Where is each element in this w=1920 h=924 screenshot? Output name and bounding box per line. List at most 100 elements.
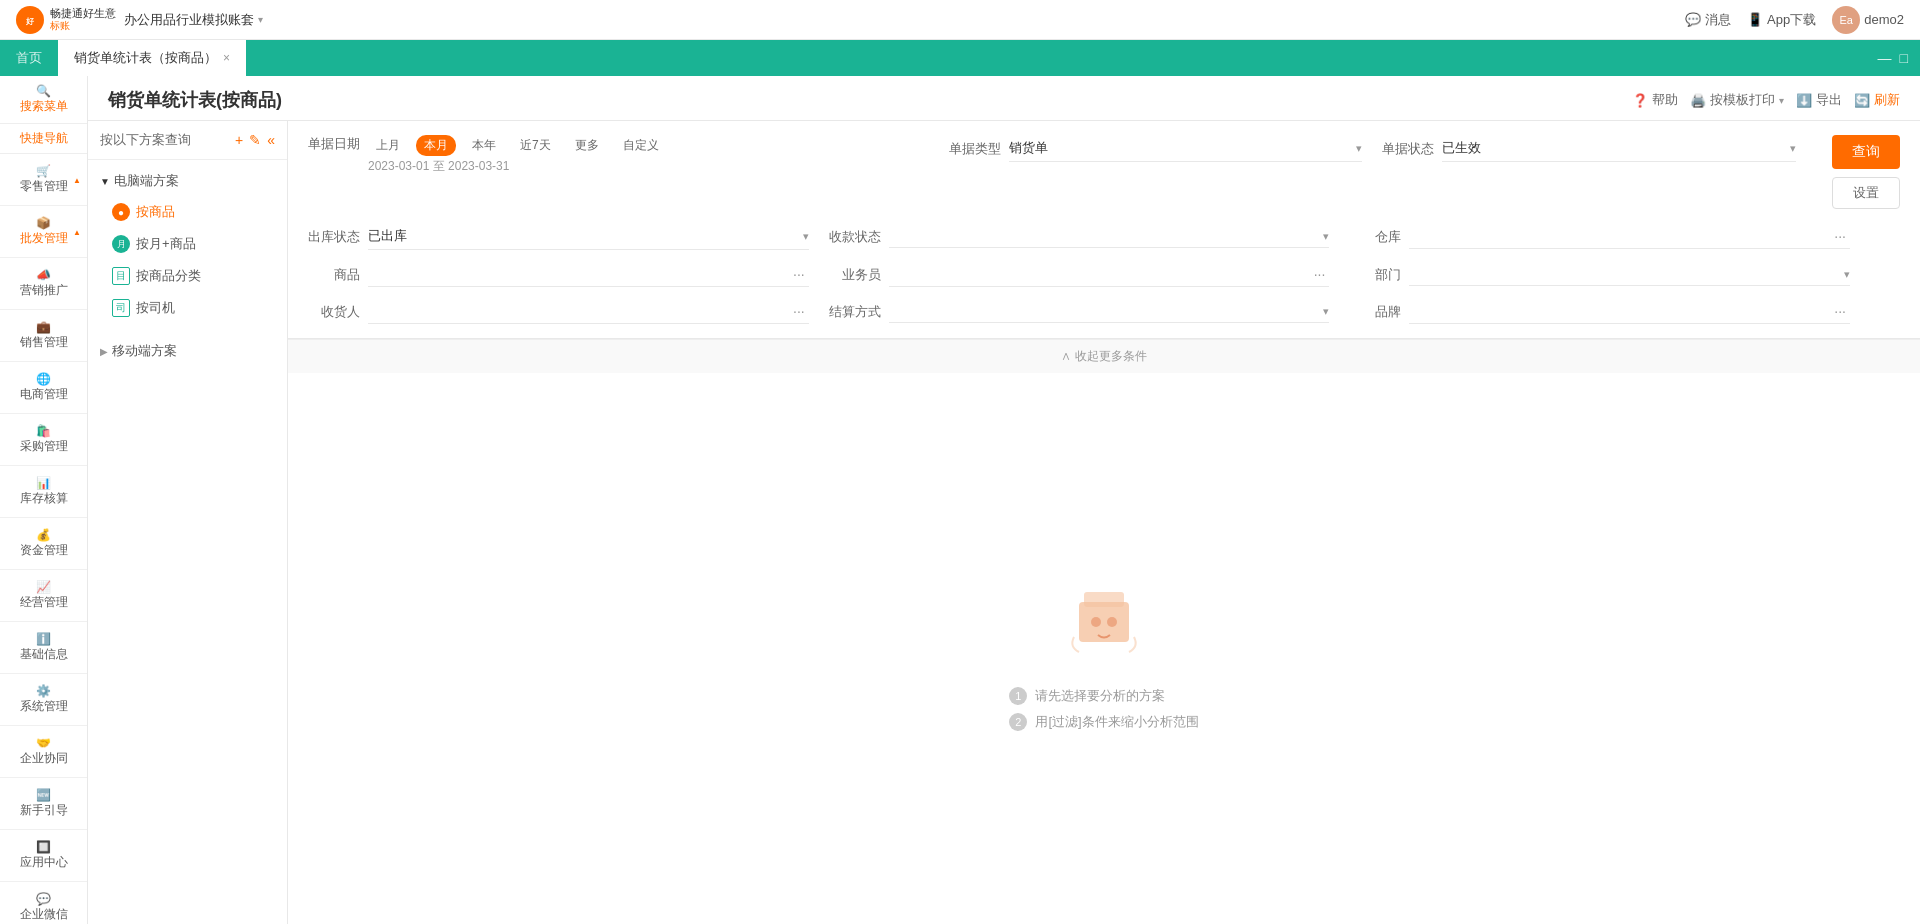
sidebar-item-wholesale[interactable]: 📦 批发管理 (0, 206, 87, 258)
user-profile[interactable]: Ea demo2 (1832, 6, 1904, 34)
filter-select-docstatus[interactable]: 已生效 ▾ (1442, 135, 1796, 162)
filter-field-product: 商品 ··· (308, 262, 829, 287)
sidebar-ecommerce-label: 电商管理 (20, 386, 68, 403)
sidebar-item-inventory[interactable]: 📊 库存核算 (0, 466, 87, 518)
empty-state: 1 请先选择要分析的方案 2 用[过滤]条件来缩小分析范围 (288, 373, 1920, 924)
tab-minimize-icon[interactable]: — (1878, 50, 1892, 66)
scheme-item-label-month: 按月+商品 (136, 235, 196, 253)
sidebar-item-ecommerce[interactable]: 🌐 电商管理 (0, 362, 87, 414)
app-download-button[interactable]: 📱 App下载 (1747, 11, 1816, 29)
filter-recipient-dots-icon[interactable]: ··· (789, 303, 809, 319)
filter-select-doctype[interactable]: 销货单 ▾ (1009, 135, 1363, 162)
tab-bar: 首页 销货单统计表（按商品） × — □ (0, 40, 1920, 76)
filter-select-warehouse[interactable]: ··· (1409, 224, 1850, 249)
filter-product-dots-icon[interactable]: ··· (789, 266, 809, 282)
date-btn-more[interactable]: 更多 (567, 135, 607, 156)
sidebar-item-system[interactable]: ⚙️ 系统管理 (0, 674, 87, 726)
sidebar-wholesale-label: 批发管理 (20, 230, 68, 247)
tab-close-icon[interactable]: × (223, 52, 230, 64)
logo-area: 好 畅捷通好生意 标账 (16, 6, 116, 34)
filter-docstatus-arrow-icon: ▾ (1790, 142, 1796, 155)
scheme-collapse-icon[interactable]: « (267, 132, 275, 148)
sidebar-item-finance[interactable]: 💰 资金管理 (0, 518, 87, 570)
filter-select-department[interactable]: ▾ (1409, 264, 1850, 286)
refresh-label: 刷新 (1874, 91, 1900, 109)
message-button[interactable]: 💬 消息 (1685, 11, 1731, 29)
filter-label-receiptstatus: 收款状态 (829, 228, 889, 246)
export-icon: ⬇️ (1796, 93, 1812, 108)
filter-salesperson-dots-icon[interactable]: ··· (1310, 266, 1330, 282)
scheme-item-icon-category: 目 (112, 267, 130, 285)
scheme-item-by-category[interactable]: 目 按商品分类 (88, 260, 287, 292)
date-btn-7days[interactable]: 近7天 (512, 135, 559, 156)
refresh-icon: 🔄 (1854, 93, 1870, 108)
export-button[interactable]: ⬇️ 导出 (1796, 91, 1842, 109)
sidebar-wechat-label: 企业微信 (20, 906, 68, 923)
date-btn-custom[interactable]: 自定义 (615, 135, 667, 156)
sidebar-item-newuser[interactable]: 🆕 新手引导 (0, 778, 87, 830)
scheme-add-icon[interactable]: + (235, 132, 243, 148)
tab-sales-stats[interactable]: 销货单统计表（按商品） × (58, 40, 246, 76)
sidebar-purchase-label: 采购管理 (20, 438, 68, 455)
avatar: Ea (1832, 6, 1860, 34)
top-header: 好 畅捷通好生意 标账 办公用品行业模拟账套 ▾ 💬 消息 📱 App下载 Ea… (0, 0, 1920, 40)
sidebar-item-marketing[interactable]: 📣 营销推广 (0, 258, 87, 310)
logo-label: 标账 (50, 20, 116, 32)
scheme-item-icon-driver: 司 (112, 299, 130, 317)
filter-label-outstatus: 出库状态 (308, 228, 368, 246)
scheme-item-by-product[interactable]: ● 按商品 (88, 196, 287, 228)
date-btn-this-month[interactable]: 本月 (416, 135, 456, 156)
main-layout: 🔍 搜索菜单 快捷导航 🛒 零售管理 📦 批发管理 📣 营销推广 💼 销售管理 … (0, 76, 1920, 924)
message-icon: 💬 (1685, 12, 1701, 27)
scheme-item-by-driver[interactable]: 司 按司机 (88, 292, 287, 324)
refresh-button[interactable]: 🔄 刷新 (1854, 91, 1900, 109)
sidebar-item-collab[interactable]: 🤝 企业协同 (0, 726, 87, 778)
tab-home[interactable]: 首页 (0, 40, 58, 76)
filter-select-brand[interactable]: ··· (1409, 299, 1850, 324)
filter-select-outstatus[interactable]: 已出库 ▾ (368, 223, 809, 250)
tab-maximize-icon[interactable]: □ (1900, 50, 1908, 66)
settings-button[interactable]: 设置 (1832, 177, 1900, 209)
sidebar-nav[interactable]: 快捷导航 (0, 124, 87, 154)
scheme-group-mobile: ▶ 移动端方案 (88, 330, 287, 372)
help-button[interactable]: ❓ 帮助 (1632, 91, 1678, 109)
sidebar-item-ops[interactable]: 📈 经营管理 (0, 570, 87, 622)
sidebar-item-wechat[interactable]: 💬 企业微信 (0, 882, 87, 924)
filter-date-range: 2023-03-01 至 2023-03-31 (368, 158, 929, 175)
scheme-group-mobile-header[interactable]: ▶ 移动端方案 (88, 336, 287, 366)
sidebar-marketing-icon: 📣 (36, 268, 51, 282)
filter-select-salesperson[interactable]: ··· (889, 262, 1330, 287)
scheme-edit-icon[interactable]: ✎ (249, 132, 261, 148)
filter-brand-dots-icon[interactable]: ··· (1830, 303, 1850, 319)
empty-tip-label-1: 请先选择要分析的方案 (1035, 687, 1165, 705)
avatar-text: Ea (1840, 14, 1853, 26)
query-button[interactable]: 查询 (1832, 135, 1900, 169)
print-button[interactable]: 🖨️ 按模板打印 ▾ (1690, 91, 1784, 109)
filter-docstatus-value: 已生效 (1442, 139, 1790, 157)
sidebar-search-label: 搜索菜单 (8, 98, 79, 115)
collapse-filters-button[interactable]: ∧ 收起更多条件 (288, 339, 1920, 373)
sidebar-item-sales[interactable]: 💼 销售管理 (0, 310, 87, 362)
inner-layout: 按以下方案查询 + ✎ « ▼ 电脑端方案 ● 按商品 (88, 121, 1920, 924)
filter-select-payment[interactable]: ▾ (889, 301, 1330, 323)
workspace-selector[interactable]: 办公用品行业模拟账套 ▾ (124, 11, 263, 29)
filter-select-receiptstatus[interactable]: ▾ (889, 226, 1330, 248)
date-btn-last-month[interactable]: 上月 (368, 135, 408, 156)
sidebar-wechat-icon: 💬 (36, 892, 51, 906)
filter-select-product[interactable]: ··· (368, 262, 809, 287)
filter-warehouse-dots-icon[interactable]: ··· (1830, 228, 1850, 244)
scheme-item-by-month-product[interactable]: 月 按月+商品 (88, 228, 287, 260)
sidebar-item-apps[interactable]: 🔲 应用中心 (0, 830, 87, 882)
scheme-item-icon-product: ● (112, 203, 130, 221)
sidebar-search[interactable]: 🔍 搜索菜单 (0, 76, 87, 124)
sidebar-item-retail[interactable]: 🛒 零售管理 (0, 154, 87, 206)
sidebar-ecommerce-icon: 🌐 (36, 372, 51, 386)
sidebar-marketing-label: 营销推广 (20, 282, 68, 299)
filter-select-recipient[interactable]: ··· (368, 299, 809, 324)
user-name: demo2 (1864, 12, 1904, 27)
tab-controls: — □ (1866, 40, 1920, 76)
sidebar-item-purchase[interactable]: 🛍️ 采购管理 (0, 414, 87, 466)
sidebar-item-basic[interactable]: ℹ️ 基础信息 (0, 622, 87, 674)
date-btn-this-year[interactable]: 本年 (464, 135, 504, 156)
scheme-group-desktop-header[interactable]: ▼ 电脑端方案 (88, 166, 287, 196)
